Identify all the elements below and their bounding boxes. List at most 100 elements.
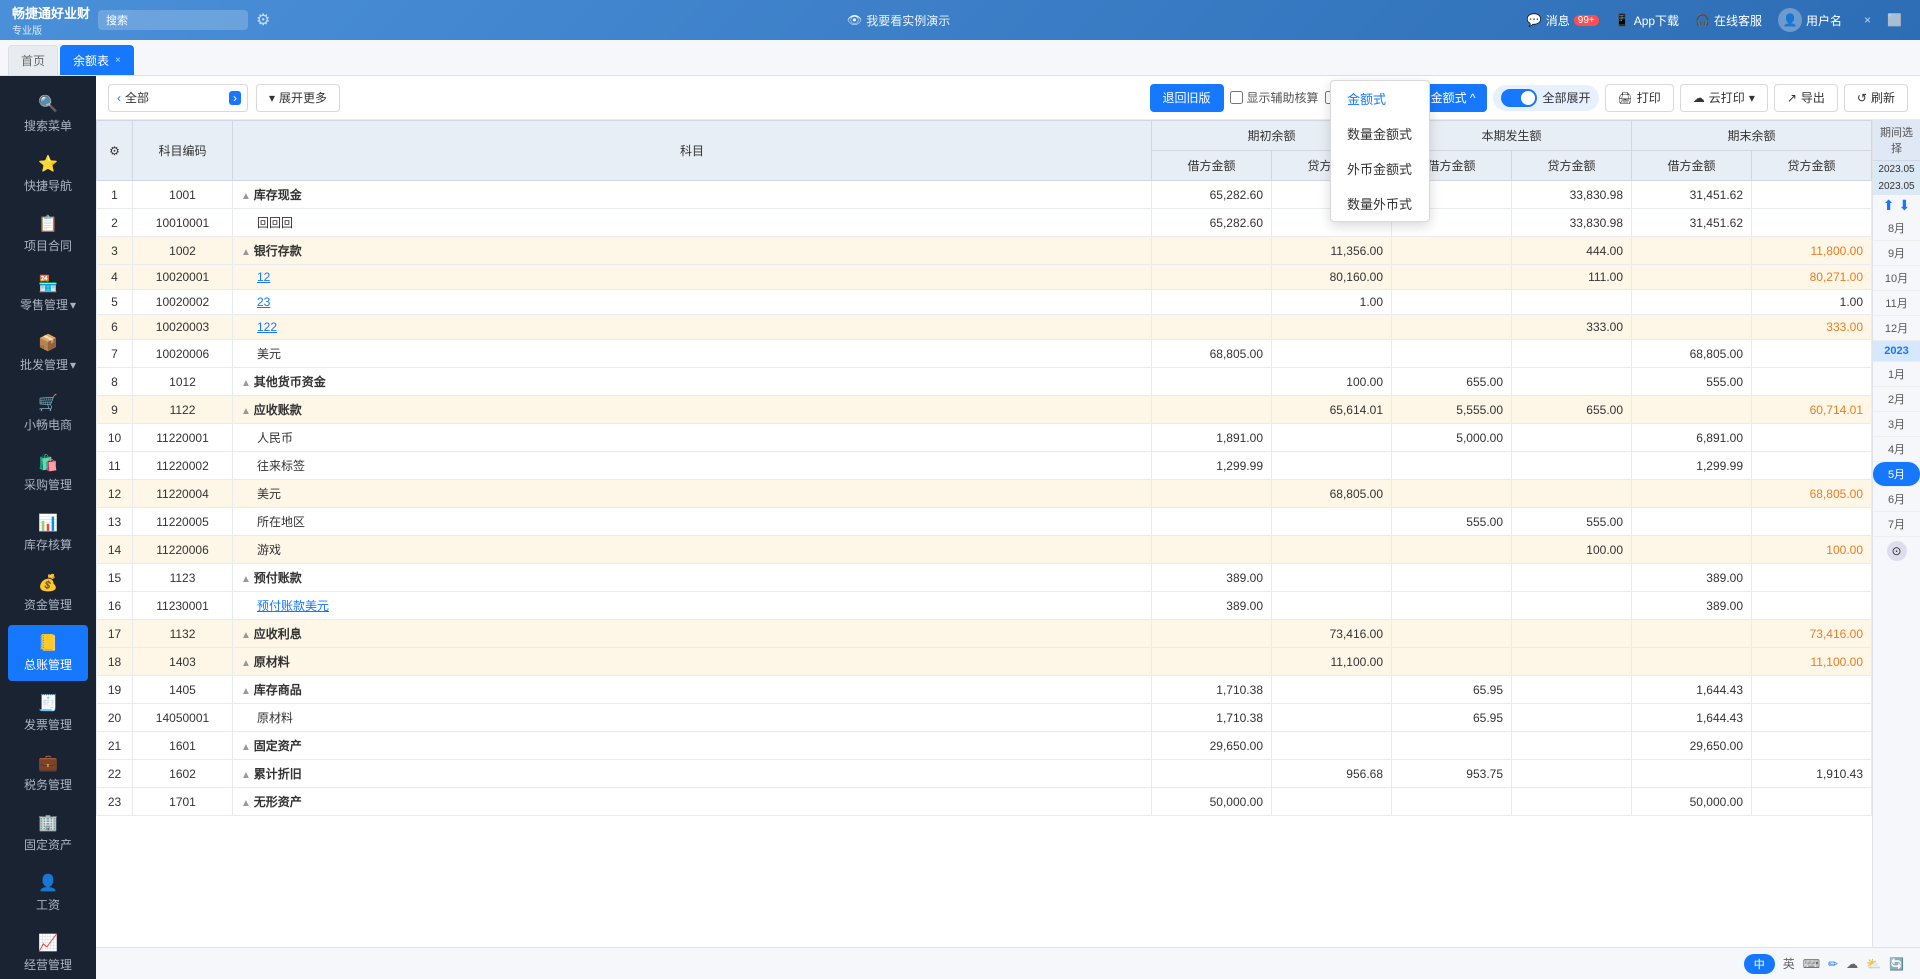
expand-more-btn[interactable]: ▾ 展开更多: [256, 84, 340, 112]
close-icon[interactable]: ×: [1858, 11, 1877, 29]
format-option-amount[interactable]: 金额式: [1331, 81, 1429, 116]
closing-credit-header: 贷方金额: [1752, 151, 1872, 181]
minimize-icon[interactable]: ⬜: [1881, 11, 1908, 29]
date-collapse[interactable]: ⊙: [1873, 537, 1920, 565]
sidebar-item-purchase[interactable]: 🛍️ 采购管理: [8, 445, 88, 501]
auxiliary-check[interactable]: [1230, 91, 1243, 104]
sidebar-item-wholesale[interactable]: 📦 批发管理 ▾: [8, 325, 88, 381]
date-may[interactable]: 5月: [1873, 462, 1920, 487]
format-option-qty-foreign[interactable]: 数量外币式: [1331, 186, 1429, 221]
toggle-pill: [1501, 89, 1537, 107]
left-arrow-icon[interactable]: ‹: [117, 91, 121, 105]
date-range-end[interactable]: 2023.05: [1873, 178, 1920, 195]
date-range-start[interactable]: 2023.05: [1873, 161, 1920, 178]
opening-credit: [1272, 315, 1392, 340]
user-profile-btn[interactable]: 👤 用户名: [1778, 8, 1842, 32]
opening-debit: 1,299.99: [1152, 452, 1272, 480]
opening-credit: 1.00: [1272, 290, 1392, 315]
opening-credit: 11,100.00: [1272, 648, 1392, 676]
current-credit: [1512, 732, 1632, 760]
account-name[interactable]: 12: [233, 265, 1152, 290]
sidebar-item-search[interactable]: 🔍 搜索菜单: [8, 86, 88, 142]
opening-credit: 100.00: [1272, 368, 1392, 396]
refresh-btn[interactable]: ↺ 刷新: [1844, 84, 1908, 112]
sidebar-item-tax[interactable]: 💼 税务管理: [8, 745, 88, 801]
print-btn[interactable]: 🖨 打印: [1605, 84, 1674, 112]
prev-year-icon[interactable]: ⬆: [1883, 197, 1895, 214]
avatar: 👤: [1778, 8, 1802, 32]
opening-debit: 29,650.00: [1152, 732, 1272, 760]
demo-link[interactable]: 👁 我要看实例演示: [847, 12, 950, 29]
sidebar-item-search-label: 搜索菜单: [24, 117, 72, 134]
row-num: 12: [97, 480, 133, 508]
expand-icon: ▾: [269, 91, 275, 105]
sidebar-item-quick-nav[interactable]: ⭐ 快捷导航: [8, 146, 88, 202]
expand-all-toggle[interactable]: 全部展开: [1493, 85, 1599, 111]
opening-credit: [1272, 788, 1392, 816]
date-apr[interactable]: 4月: [1873, 437, 1920, 462]
current-credit: [1512, 480, 1632, 508]
search-settings-icon[interactable]: ⚙: [256, 10, 270, 30]
next-year-icon[interactable]: ⬇: [1899, 197, 1911, 214]
sidebar-item-capital[interactable]: 💰 资金管理: [8, 565, 88, 621]
account-name[interactable]: 预付账款美元: [233, 592, 1152, 620]
account-code: 1405: [133, 676, 233, 704]
date-oct[interactable]: 10月: [1873, 266, 1920, 291]
back-to-old-btn[interactable]: 退回旧版: [1150, 84, 1224, 112]
date-feb[interactable]: 2月: [1873, 387, 1920, 412]
settings-col-header[interactable]: ⚙: [97, 121, 133, 181]
status-edit-icon: ✏: [1828, 957, 1838, 971]
table-container[interactable]: ⚙ 科目编码 科目 期初余额 本期发生额 期末余额 借方金额 贷方金额 借方金额: [96, 120, 1872, 947]
sidebar-item-project-label: 项目合同: [24, 237, 72, 254]
collapse-icon[interactable]: ⊙: [1887, 541, 1907, 561]
closing-debit: 1,299.99: [1632, 452, 1752, 480]
sidebar-item-inventory[interactable]: 📊 库存核算: [8, 505, 88, 561]
opening-credit: 68,805.00: [1272, 480, 1392, 508]
date-jun[interactable]: 6月: [1873, 487, 1920, 512]
online-service-btn[interactable]: 🎧 在线客服: [1695, 12, 1762, 29]
status-refresh-icon[interactable]: 🔄: [1889, 957, 1904, 971]
sidebar-item-operations[interactable]: 📈 经营管理: [8, 925, 88, 979]
sidebar-item-ledger[interactable]: 📒 总账管理: [8, 625, 88, 681]
account-code: 11220005: [133, 508, 233, 536]
sidebar-item-invoice[interactable]: 🧾 发票管理: [8, 685, 88, 741]
opening-debit: 1,710.38: [1152, 704, 1272, 732]
date-aug[interactable]: 8月: [1873, 216, 1920, 241]
sidebar-item-salary[interactable]: 👤 工资: [8, 865, 88, 921]
format-option-qty-amount[interactable]: 数量金额式: [1331, 116, 1429, 151]
current-credit: 100.00: [1512, 536, 1632, 564]
account-name[interactable]: 122: [233, 315, 1152, 340]
date-mar[interactable]: 3月: [1873, 412, 1920, 437]
account-name: 美元: [233, 480, 1152, 508]
tab-balance[interactable]: 余额表 ×: [60, 45, 134, 75]
date-year-2023[interactable]: 2023: [1873, 341, 1920, 362]
global-search[interactable]: 搜索: [98, 10, 248, 30]
account-search-input[interactable]: [125, 91, 225, 105]
date-jan[interactable]: 1月: [1873, 362, 1920, 387]
closing-credit: [1752, 340, 1872, 368]
date-nov[interactable]: 11月: [1873, 291, 1920, 316]
sidebar-item-retail[interactable]: 🏪 零售管理 ▾: [8, 266, 88, 321]
right-arrow-icon[interactable]: ›: [229, 91, 241, 105]
export-btn[interactable]: ↗ 导出: [1774, 84, 1838, 112]
status-lang-btn[interactable]: 英: [1783, 955, 1795, 972]
message-btn[interactable]: 💬 消息 99+: [1527, 12, 1599, 29]
date-jul[interactable]: 7月: [1873, 512, 1920, 537]
status-cn-btn[interactable]: 中: [1744, 954, 1775, 974]
cloud-print-btn[interactable]: ☁ 云打印 ▾: [1680, 84, 1768, 112]
sidebar-item-inventory-label: 库存核算: [24, 536, 72, 553]
format-option-foreign-amount[interactable]: 外币金额式: [1331, 151, 1429, 186]
tab-home[interactable]: 首页: [8, 45, 58, 75]
sidebar-item-salary-label: 工资: [36, 896, 60, 913]
app-download-btn[interactable]: 📱 App下载: [1615, 12, 1679, 29]
tab-close-icon[interactable]: ×: [115, 55, 121, 66]
sidebar-item-ecommerce[interactable]: 🛒 小畅电商: [8, 385, 88, 441]
account-search-box[interactable]: ‹ ›: [108, 84, 248, 112]
account-name[interactable]: 23: [233, 290, 1152, 315]
show-auxiliary-checkbox[interactable]: 显示辅助核算: [1230, 89, 1319, 106]
sidebar-item-assets[interactable]: 🏢 固定资产: [8, 805, 88, 861]
date-sep[interactable]: 9月: [1873, 241, 1920, 266]
sidebar-item-project[interactable]: 📋 项目合同: [8, 206, 88, 262]
date-dec[interactable]: 12月: [1873, 316, 1920, 341]
table-settings-icon[interactable]: ⚙: [109, 144, 120, 158]
